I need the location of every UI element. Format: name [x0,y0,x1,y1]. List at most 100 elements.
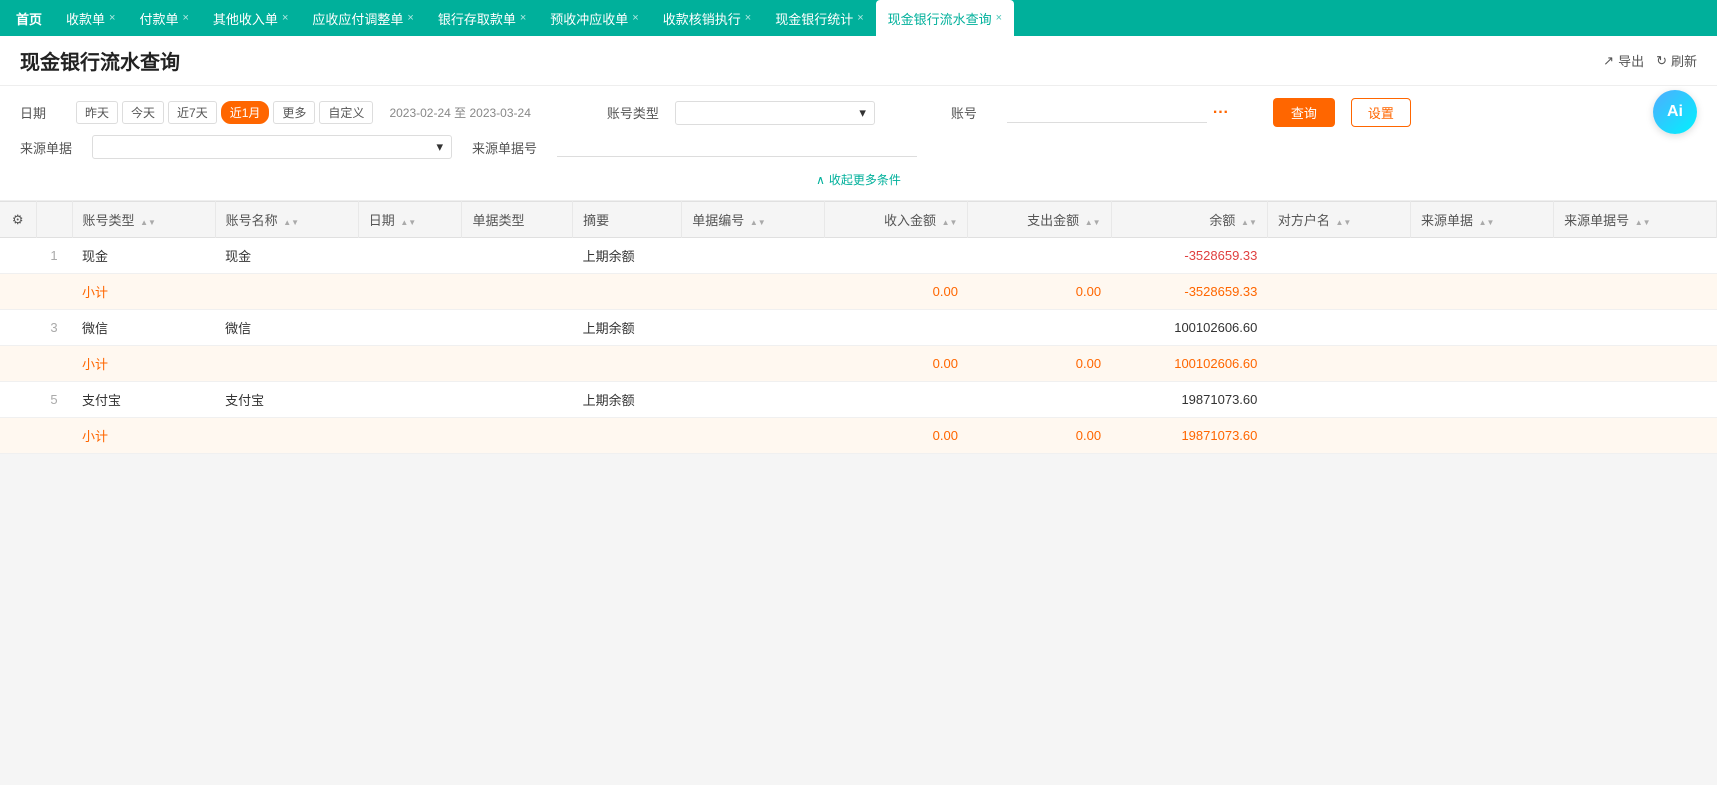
close-receipt-icon[interactable]: × [109,12,115,24]
row-date [358,418,462,454]
row-account-type: 小计 [72,274,215,310]
date-btn-7days[interactable]: 近7天 [168,101,217,124]
nav-tab-ar-ap-adjust[interactable]: 应收应付调整单 × [300,0,425,36]
source-doc-no-input[interactable] [557,137,917,157]
row-income: 0.00 [825,418,968,454]
counterparty-column-header[interactable]: 对方户名 ▲▼ [1267,202,1410,238]
nav-tab-cash-stat[interactable]: 现金银行统计 × [763,0,875,36]
close-pre-receipt-icon[interactable]: × [632,12,638,24]
row-gear[interactable] [0,274,36,310]
row-doc-type [462,310,573,346]
top-nav: 首页 收款单 × 付款单 × 其他收入单 × 应收应付调整单 × 银行存取款单 … [0,0,1717,36]
summary-column-header: 摘要 [573,202,682,238]
row-counterparty [1267,382,1410,418]
row-income [825,238,968,274]
row-counterparty [1267,274,1410,310]
export-label: 导出 [1618,51,1644,70]
expense-column-header[interactable]: 支出金额 ▲▼ [968,202,1111,238]
nav-tab-cash-flow-label: 现金银行流水查询 [888,9,992,28]
balance-column-header[interactable]: 余额 ▲▼ [1111,202,1267,238]
nav-tab-cash-stat-label: 现金银行统计 [775,9,853,28]
date-btn-today[interactable]: 今天 [122,101,164,124]
doc-no-column-header[interactable]: 单据编号 ▲▼ [682,202,825,238]
close-payment-icon[interactable]: × [182,12,188,24]
row-gear[interactable] [0,310,36,346]
nav-tab-receipt-verify[interactable]: 收款核销执行 × [651,0,763,36]
row-gear[interactable] [0,346,36,382]
row-account-name: 现金 [215,238,358,274]
income-column-header[interactable]: 收入金额 ▲▼ [825,202,968,238]
source-doc-column-header[interactable]: 来源单据 ▲▼ [1411,202,1554,238]
nav-tab-ar-ap-label: 应收应付调整单 [312,9,403,28]
nav-tab-bank-deposit[interactable]: 银行存取款单 × [426,0,538,36]
account-filter: ··· [1007,103,1257,123]
row-summary: 上期余额 [573,382,682,418]
date-column-header[interactable]: 日期 ▲▼ [358,202,462,238]
row-source-doc [1411,346,1554,382]
row-doc-type [462,418,573,454]
gear-column-header[interactable]: ⚙ [0,202,36,238]
nav-tab-pre-receipt[interactable]: 预收冲应收单 × [538,0,650,36]
settings-button[interactable]: 设置 [1351,98,1411,127]
nav-tab-payment[interactable]: 付款单 × [127,0,200,36]
source-doc-select[interactable]: ▾ [92,135,452,159]
refresh-button[interactable]: ↻ 刷新 [1656,51,1697,70]
row-income [825,382,968,418]
date-btn-more[interactable]: 更多 [273,101,315,124]
row-gear[interactable] [0,418,36,454]
row-gear[interactable] [0,238,36,274]
table-row: 小计 0.00 0.00 100102606.60 [0,346,1717,382]
row-source-doc [1411,310,1554,346]
row-counterparty [1267,346,1410,382]
nav-tab-other-income[interactable]: 其他收入单 × [201,0,300,36]
row-gear[interactable] [0,382,36,418]
date-buttons: 昨天 今天 近7天 近1月 更多 自定义 [76,101,373,124]
close-cash-flow-icon[interactable]: × [996,12,1002,24]
close-bank-deposit-icon[interactable]: × [520,12,526,24]
query-button[interactable]: 查询 [1273,98,1335,127]
filter-row-date: 日期 昨天 今天 近7天 近1月 更多 自定义 2023-02-24 至 202… [20,98,1697,127]
source-doc-no-label: 来源单据号 [472,138,537,157]
close-ar-ap-icon[interactable]: × [407,12,413,24]
close-cash-stat-icon[interactable]: × [857,12,863,24]
header-actions: ↗ 导出 ↻ 刷新 [1603,51,1697,70]
close-other-income-icon[interactable]: × [282,12,288,24]
nav-tab-cash-flow-query[interactable]: 现金银行流水查询 × [876,0,1014,36]
row-account-type: 现金 [72,238,215,274]
account-input[interactable] [1007,103,1207,123]
export-icon: ↗ [1603,53,1614,69]
row-source-doc [1411,418,1554,454]
table-container: ⚙ 账号类型 ▲▼ 账号名称 ▲▼ 日期 ▲▼ 单据类型 摘要 单据编号 ▲▼ … [0,201,1717,454]
date-btn-1month[interactable]: 近1月 [221,101,270,124]
row-account-type: 小计 [72,418,215,454]
account-dots-button[interactable]: ··· [1213,104,1229,122]
row-income: 0.00 [825,346,968,382]
date-filter-label: 日期 [20,103,60,122]
row-source-doc-no [1554,310,1717,346]
nav-tab-other-income-label: 其他收入单 [213,9,278,28]
row-doc-type [462,346,573,382]
collapse-label: 收起更多条件 [829,171,901,188]
row-expense [968,238,1111,274]
row-account-type: 微信 [72,310,215,346]
account-name-column-header[interactable]: 账号名称 ▲▼ [215,202,358,238]
date-btn-custom[interactable]: 自定义 [319,101,373,124]
nav-tab-pre-receipt-label: 预收冲应收单 [550,9,628,28]
close-receipt-verify-icon[interactable]: × [745,12,751,24]
export-button[interactable]: ↗ 导出 [1603,51,1644,70]
ai-assistant-button[interactable]: Ai [1653,90,1697,134]
nav-tab-receipt[interactable]: 收款单 × [54,0,127,36]
row-balance: 19871073.60 [1111,382,1267,418]
table-header-row: ⚙ 账号类型 ▲▼ 账号名称 ▲▼ 日期 ▲▼ 单据类型 摘要 单据编号 ▲▼ … [0,202,1717,238]
source-doc-no-column-header[interactable]: 来源单据号 ▲▼ [1554,202,1717,238]
account-type-column-header[interactable]: 账号类型 ▲▼ [72,202,215,238]
row-account-name [215,418,358,454]
nav-tab-home[interactable]: 首页 [4,0,54,36]
date-btn-yesterday[interactable]: 昨天 [76,101,118,124]
row-num [36,274,72,310]
account-type-select[interactable]: ▾ [675,101,875,125]
account-type-chevron-icon: ▾ [859,105,866,121]
row-expense: 0.00 [968,274,1111,310]
collapse-bar[interactable]: ∧ 收起更多条件 [20,167,1697,192]
table-row: 3 微信 微信 上期余额 100102606.60 [0,310,1717,346]
